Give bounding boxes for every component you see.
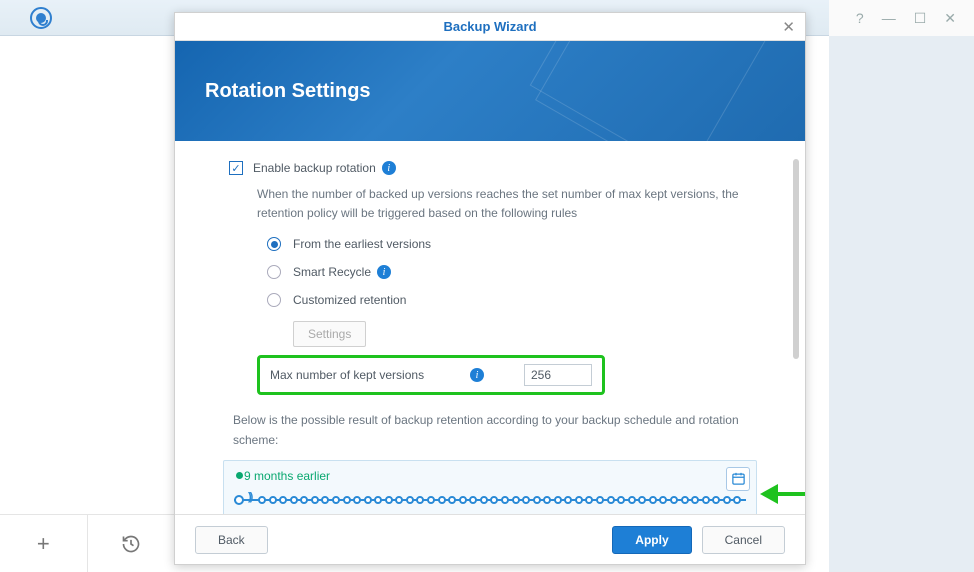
modal-titlebar: Backup Wizard ✕ [175,13,805,41]
backup-wizard-modal: Backup Wizard ✕ Rotation Settings ✓ Enab… [174,12,806,565]
timeline-start-point [234,495,244,505]
history-icon [121,534,141,554]
retention-timeline: 9 months earlier )) [223,460,757,514]
banner-heading: Rotation Settings [205,80,371,103]
background-window-controls: ? — ☐ ✕ [856,10,956,27]
timeline-tick: )) [248,491,251,503]
enable-rotation-label: Enable backup rotation [253,161,376,175]
minimize-icon[interactable]: — [882,10,896,27]
timeline-points [258,495,742,505]
left-sidebar: + [0,36,174,572]
modal-banner: Rotation Settings [175,41,805,141]
settings-button: Settings [293,321,366,347]
radio-earliest-label: From the earliest versions [293,237,431,251]
calendar-icon [731,471,746,486]
cancel-button[interactable]: Cancel [702,526,785,554]
info-icon[interactable]: i [377,265,391,279]
radio-custom-retention[interactable] [267,293,281,307]
help-icon[interactable]: ? [856,10,864,27]
info-icon[interactable]: i [470,368,484,382]
apply-button[interactable]: Apply [612,526,691,554]
modal-body: ✓ Enable backup rotation i When the numb… [175,141,805,514]
app-logo-icon [30,7,52,29]
calendar-button[interactable] [726,467,750,491]
preview-description: Below is the possible result of backup r… [233,411,775,449]
history-button[interactable] [88,515,175,572]
modal-footer: Back Apply Cancel [175,514,805,564]
max-versions-label: Max number of kept versions [270,368,464,382]
timeline-label: 9 months earlier [244,469,330,483]
max-versions-input[interactable] [524,364,592,386]
radio-smart-recycle[interactable] [267,265,281,279]
modal-title: Backup Wizard [443,19,536,34]
annotation-arrow [760,483,805,503]
retention-radio-group: From the earliest versions Smart Recycle… [267,237,775,347]
scrollbar[interactable] [793,159,799,359]
background-area [829,36,974,572]
radio-smart-label: Smart Recycle [293,265,371,279]
timeline-marker [236,472,243,479]
close-icon[interactable]: ✕ [944,10,956,27]
radio-custom-label: Customized retention [293,293,406,307]
add-button[interactable]: + [0,515,88,572]
info-icon[interactable]: i [382,161,396,175]
max-versions-highlight: Max number of kept versions i [257,355,605,395]
modal-close-button[interactable]: ✕ [782,18,795,36]
radio-earliest[interactable] [267,237,281,251]
rotation-description: When the number of backed up versions re… [257,185,775,223]
back-button[interactable]: Back [195,526,268,554]
enable-rotation-checkbox[interactable]: ✓ [229,161,243,175]
maximize-icon[interactable]: ☐ [914,10,927,27]
